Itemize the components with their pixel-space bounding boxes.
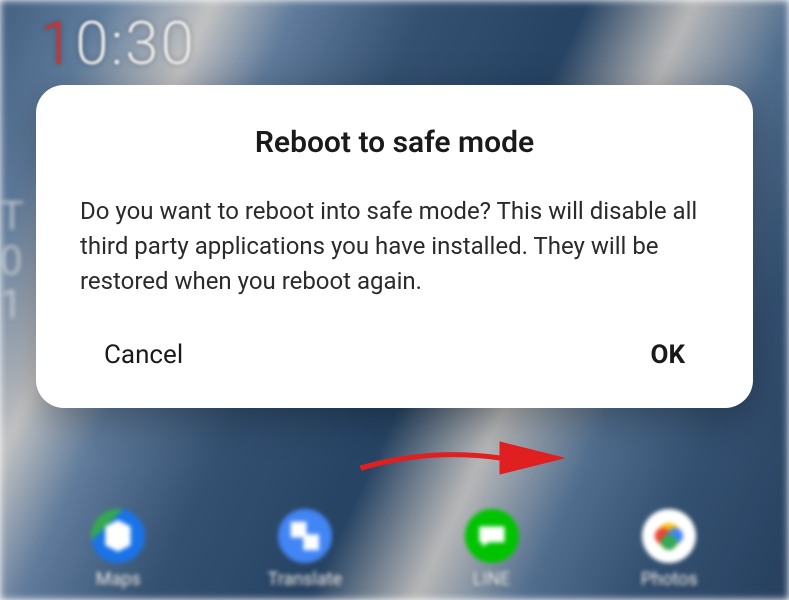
dock-label: Photos (641, 569, 698, 590)
widget-line: 0 (0, 239, 24, 283)
dock-item-maps[interactable]: Maps (91, 509, 145, 590)
dock-item-translate[interactable]: Translate (268, 509, 342, 590)
dock-label: Maps (96, 569, 141, 590)
widget-line: 1 (0, 283, 24, 327)
dock-item-line[interactable]: LINE (465, 509, 519, 590)
dialog-message: Do you want to reboot into safe mode? Th… (80, 194, 709, 298)
dock-item-photos[interactable]: Photos (641, 509, 698, 590)
dialog-title: Reboot to safe mode (80, 125, 709, 160)
translate-icon (278, 509, 332, 563)
status-time-rest: 0:30 (75, 8, 195, 79)
dialog-button-row: Cancel OK (80, 340, 709, 374)
status-bar-time: 10:30 (40, 8, 196, 79)
left-edge-widget: T 0 1 (0, 195, 24, 327)
widget-line: T (0, 195, 24, 239)
cancel-button[interactable]: Cancel (104, 340, 183, 370)
line-icon (465, 509, 519, 563)
ok-button[interactable]: OK (651, 340, 685, 370)
home-dock: Maps Translate LINE Photos (0, 509, 789, 590)
photos-icon (642, 509, 696, 563)
dock-label: LINE (473, 569, 511, 590)
safe-mode-dialog: Reboot to safe mode Do you want to reboo… (36, 85, 753, 408)
maps-icon (91, 509, 145, 563)
status-time-lead: 1 (40, 8, 75, 79)
dock-label: Translate (268, 569, 342, 590)
